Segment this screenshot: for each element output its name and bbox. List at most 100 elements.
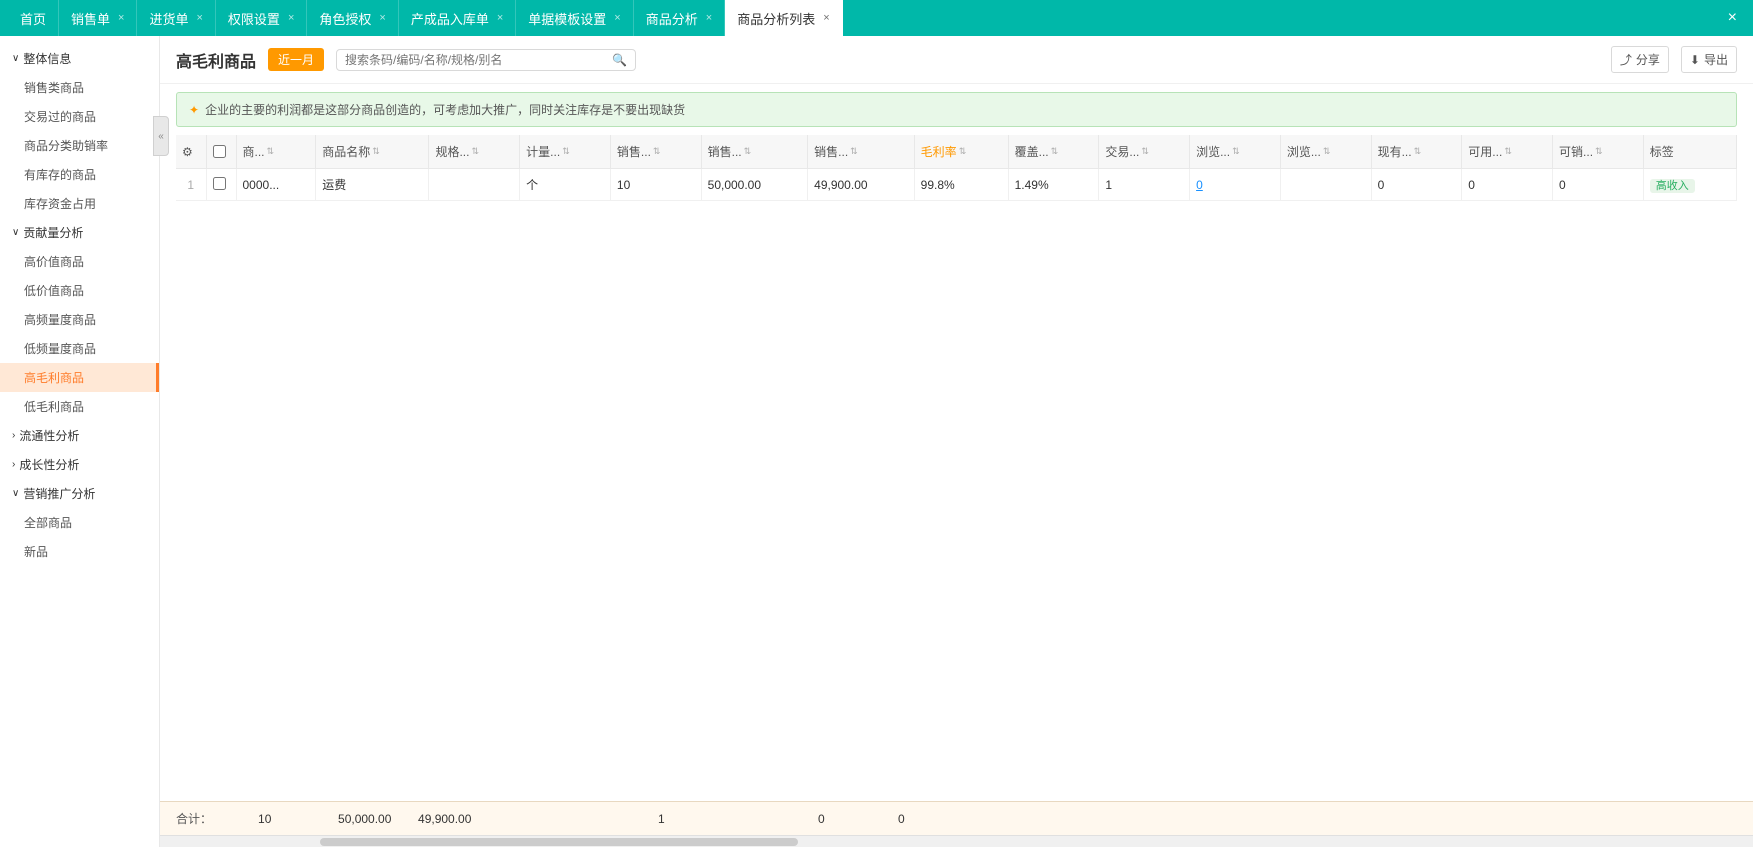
cell-current-stock: 0: [1371, 169, 1462, 201]
th-checkbox[interactable]: [206, 135, 236, 169]
sidebar-item-stock-goods[interactable]: 有库存的商品: [0, 160, 159, 189]
cell-transactions: 1: [1099, 169, 1190, 201]
sidebar-group-marketing[interactable]: ∨ 营销推广分析: [0, 479, 159, 508]
sort-icon: ⇅: [267, 146, 275, 157]
export-button[interactable]: ⬇ 导出: [1681, 46, 1737, 73]
sidebar-item-high-margin[interactable]: 高毛利商品: [0, 363, 159, 392]
th-sellable[interactable]: 可销...⇅: [1553, 135, 1644, 169]
close-all-button[interactable]: ×: [1720, 9, 1745, 27]
sort-icon: ⇅: [1051, 146, 1059, 157]
nav-tab-purchase[interactable]: 进货单 ×: [137, 0, 215, 36]
cell-views2: [1280, 169, 1371, 201]
nav-tab-purchase-close[interactable]: ×: [196, 12, 202, 24]
nav-tab-role[interactable]: 角色授权 ×: [307, 0, 398, 36]
sidebar-group-circulation[interactable]: › 流通性分析: [0, 421, 159, 450]
sidebar-group-contribution[interactable]: ∨ 贡献量分析: [0, 218, 159, 247]
sidebar-group-overall[interactable]: ∨ 整体信息: [0, 44, 159, 73]
nav-tab-sales-close[interactable]: ×: [118, 12, 124, 24]
sort-icon: ⇅: [1504, 146, 1512, 157]
nav-tab-home[interactable]: 首页: [8, 0, 59, 36]
filter-recent-month-button[interactable]: 近一月: [268, 48, 324, 71]
nav-tab-home-label: 首页: [20, 9, 46, 28]
cell-checkbox[interactable]: [206, 169, 236, 201]
sidebar-item-category-rate[interactable]: 商品分类助销率: [0, 131, 159, 160]
sort-icon: ⇅: [1414, 146, 1422, 157]
nav-tab-goods-analysis[interactable]: 商品分析 ×: [634, 0, 725, 36]
nav-tab-template-close[interactable]: ×: [614, 12, 620, 24]
content-area: 高毛利商品 近一月 🔍 ⤴ 分享 ⬇ 导出 ✦ 企业的主要的利润都是这部分商品创…: [160, 36, 1753, 847]
nav-tab-goods-analysis-close[interactable]: ×: [706, 12, 712, 24]
sidebar-group-overall-label: 整体信息: [23, 50, 71, 67]
select-all-checkbox[interactable]: [213, 145, 226, 158]
overall-arrow: ∨: [12, 53, 19, 64]
nav-tab-role-close[interactable]: ×: [379, 12, 385, 24]
nav-tab-inventory-label: 产成品入库单: [411, 9, 489, 28]
footer-label: 合计：: [176, 810, 212, 827]
nav-tab-permission[interactable]: 权限设置 ×: [216, 0, 307, 36]
nav-tab-permission-label: 权限设置: [228, 9, 280, 28]
top-nav: 首页 销售单 × 进货单 × 权限设置 × 角色授权 × 产成品入库单 × 单据…: [0, 0, 1753, 36]
cell-coverage: 1.49%: [1008, 169, 1099, 201]
nav-tab-template[interactable]: 单据模板设置 ×: [516, 0, 633, 36]
horizontal-scrollbar[interactable]: [160, 835, 1753, 847]
footer-values: 10 50,000.00 49,900.00 1 0 0: [252, 812, 972, 826]
footer-sales-amount: 50,000.00: [332, 812, 412, 826]
share-button[interactable]: ⤴ 分享: [1611, 46, 1669, 73]
nav-tab-goods-list-close[interactable]: ×: [823, 12, 829, 24]
sidebar-item-low-value[interactable]: 低价值商品: [0, 276, 159, 305]
sort-icon: ⇅: [959, 146, 967, 157]
share-icon: ⤴: [1620, 51, 1632, 68]
sidebar-item-stock-funds[interactable]: 库存资金占用: [0, 189, 159, 218]
th-coverage[interactable]: 覆盖...⇅: [1008, 135, 1099, 169]
th-transactions[interactable]: 交易...⇅: [1099, 135, 1190, 169]
th-sales-amount[interactable]: 销售...⇅: [701, 135, 808, 169]
sort-icon: ⇅: [744, 146, 752, 157]
th-unit[interactable]: 计量...⇅: [520, 135, 611, 169]
marketing-arrow: ∨: [12, 488, 19, 499]
sidebar-item-all-goods[interactable]: 全部商品: [0, 508, 159, 537]
sidebar-collapse-button[interactable]: «: [153, 116, 169, 156]
search-input[interactable]: [345, 53, 608, 67]
th-views2[interactable]: 浏览...⇅: [1280, 135, 1371, 169]
sort-icon: ⇅: [1595, 146, 1603, 157]
footer-sales-cost: 49,900.00: [412, 812, 492, 826]
sidebar-item-high-value[interactable]: 高价值商品: [0, 247, 159, 276]
views1-link[interactable]: 0: [1196, 178, 1203, 192]
sidebar-group-circulation-label: 流通性分析: [19, 427, 79, 444]
scrollbar-thumb[interactable]: [320, 838, 798, 846]
th-tag[interactable]: 标签: [1643, 135, 1736, 169]
sidebar-item-low-freq[interactable]: 低频量度商品: [0, 334, 159, 363]
nav-tab-goods-list-label: 商品分析列表: [737, 9, 815, 28]
sidebar-group-growth[interactable]: › 成长性分析: [0, 450, 159, 479]
th-name[interactable]: 商品名称⇅: [316, 135, 429, 169]
info-banner-text: 企业的主要的利润都是这部分商品创造的，可考虑加大推广，同时关注库存是不要出现缺货: [205, 101, 685, 118]
nav-tab-sales[interactable]: 销售单 ×: [59, 0, 137, 36]
th-spec[interactable]: 规格...⇅: [429, 135, 520, 169]
table-row: 1 0000... 运费 个 10 50,000.00 49,900.00 99…: [176, 169, 1737, 201]
cell-unit: 个: [520, 169, 611, 201]
th-views1[interactable]: 浏览...⇅: [1190, 135, 1281, 169]
info-banner: ✦ 企业的主要的利润都是这部分商品创造的，可考虑加大推广，同时关注库存是不要出现…: [176, 92, 1737, 127]
cell-index: 1: [176, 169, 206, 201]
row-checkbox[interactable]: [213, 177, 226, 190]
nav-tab-permission-close[interactable]: ×: [288, 12, 294, 24]
sidebar-item-new-goods[interactable]: 新品: [0, 537, 159, 566]
sort-icon: ⇅: [1323, 146, 1331, 157]
nav-tab-inventory-close[interactable]: ×: [497, 12, 503, 24]
sidebar-item-sales-goods[interactable]: 销售类商品: [0, 73, 159, 102]
nav-tab-goods-list[interactable]: 商品分析列表 ×: [725, 0, 842, 36]
sidebar-item-low-margin[interactable]: 低毛利商品: [0, 392, 159, 421]
sidebar-item-high-freq[interactable]: 高频量度商品: [0, 305, 159, 334]
th-current-stock[interactable]: 现有...⇅: [1371, 135, 1462, 169]
th-sales-cost[interactable]: 销售...⇅: [808, 135, 915, 169]
search-box: 🔍: [336, 49, 636, 71]
th-gross-rate[interactable]: 毛利率⇅: [914, 135, 1008, 169]
th-available[interactable]: 可用...⇅: [1462, 135, 1553, 169]
search-icon[interactable]: 🔍: [612, 53, 627, 67]
sidebar-item-traded-goods[interactable]: 交易过的商品: [0, 102, 159, 131]
nav-tab-inventory[interactable]: 产成品入库单 ×: [399, 0, 516, 36]
th-settings[interactable]: ⚙: [176, 135, 206, 169]
th-sales-qty[interactable]: 销售...⇅: [610, 135, 701, 169]
th-code[interactable]: 商...⇅: [236, 135, 316, 169]
cell-views1[interactable]: 0: [1190, 169, 1281, 201]
